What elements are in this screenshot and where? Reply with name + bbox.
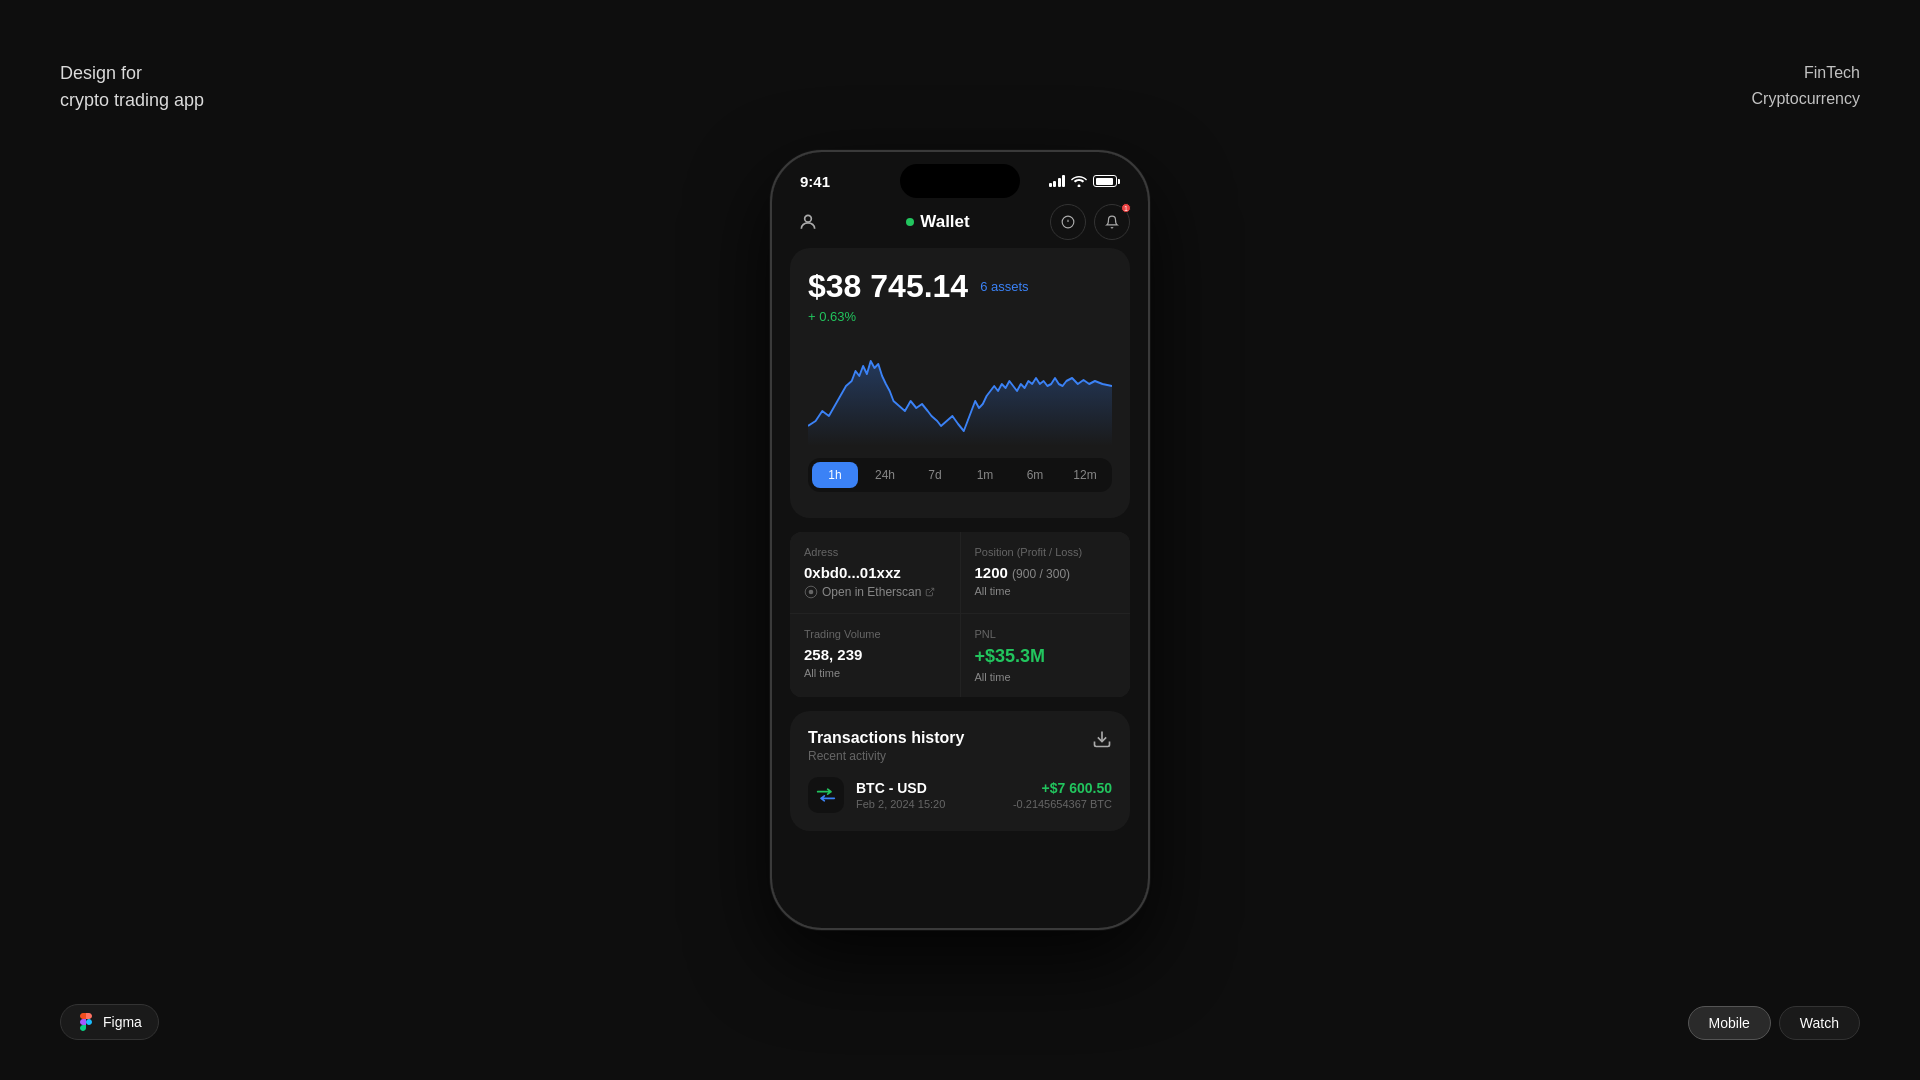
position-cell: Position (Profit / Loss) 1200 (900 / 300… bbox=[961, 532, 1131, 613]
watch-view-button[interactable]: Watch bbox=[1779, 1006, 1860, 1040]
transactions-section: Transactions history Recent activity bbox=[790, 711, 1130, 831]
figma-label: Figma bbox=[103, 1014, 142, 1030]
header-title: Wallet bbox=[906, 212, 969, 232]
time-filter-24h[interactable]: 24h bbox=[862, 462, 908, 488]
time-filter-6m[interactable]: 6m bbox=[1012, 462, 1058, 488]
external-link-icon bbox=[925, 587, 935, 597]
address-value: 0xbd0...01xxz bbox=[804, 564, 946, 581]
svg-line-6 bbox=[930, 588, 935, 593]
svg-point-5 bbox=[809, 590, 814, 595]
etherscan-icon bbox=[804, 585, 818, 599]
signal-bar-2 bbox=[1053, 181, 1056, 187]
price-chart bbox=[808, 336, 1112, 446]
chart-svg bbox=[808, 336, 1112, 446]
figma-button[interactable]: Figma bbox=[60, 1004, 159, 1040]
trading-volume-time: All time bbox=[804, 667, 946, 679]
transactions-header: Transactions history Recent activity bbox=[808, 729, 1112, 763]
app-header: Wallet 1 bbox=[772, 196, 1148, 248]
swap-icon bbox=[816, 788, 836, 802]
transactions-subtitle: Recent activity bbox=[808, 749, 965, 763]
svg-point-0 bbox=[805, 215, 812, 222]
transaction-item[interactable]: BTC - USD Feb 2, 2024 15:20 +$7 600.50 -… bbox=[808, 777, 1112, 813]
phone-body: 9:41 bbox=[770, 150, 1150, 930]
transaction-icon bbox=[808, 777, 844, 813]
etherscan-link[interactable]: Open in Etherscan bbox=[804, 585, 946, 599]
wifi-icon bbox=[1071, 175, 1087, 187]
top-left-label: Design for crypto trading app bbox=[60, 60, 204, 114]
battery-icon bbox=[1093, 175, 1120, 187]
tx-usd-amount: +$7 600.50 bbox=[1013, 780, 1112, 796]
signal-bars-icon bbox=[1049, 175, 1066, 187]
position-value: 1200 (900 / 300) bbox=[975, 564, 1117, 581]
signal-bar-4 bbox=[1062, 175, 1065, 187]
time-filter-1m[interactable]: 1m bbox=[962, 462, 1008, 488]
transactions-title: Transactions history bbox=[808, 729, 965, 747]
trading-volume-cell: Trading Volume 258, 239 All time bbox=[790, 614, 960, 697]
balance-amount: $38 745.14 6 assets bbox=[808, 268, 1112, 305]
info-button[interactable] bbox=[1050, 204, 1086, 240]
pnl-value: +$35.3M bbox=[975, 646, 1117, 667]
mobile-view-button[interactable]: Mobile bbox=[1688, 1006, 1771, 1040]
time-filter-12m[interactable]: 12m bbox=[1062, 462, 1108, 488]
pnl-label: PNL bbox=[975, 628, 1117, 640]
status-dot bbox=[906, 218, 914, 226]
transactions-title-group: Transactions history Recent activity bbox=[808, 729, 965, 763]
profile-icon[interactable] bbox=[790, 204, 826, 240]
address-label: Adress bbox=[804, 546, 946, 558]
status-icons bbox=[1049, 175, 1121, 187]
position-time: All time bbox=[975, 585, 1117, 597]
signal-bar-1 bbox=[1049, 183, 1052, 187]
tx-pair: BTC - USD bbox=[856, 780, 1001, 796]
status-time: 9:41 bbox=[800, 173, 830, 190]
tx-crypto-amount: -0.2145654367 BTC bbox=[1013, 798, 1112, 810]
time-filters: 1h 24h 7d 1m 6m 12m bbox=[808, 458, 1112, 492]
main-content: $38 745.14 6 assets + 0.63% bbox=[772, 248, 1148, 928]
phone-screen: 9:41 bbox=[772, 152, 1148, 928]
signal-bar-3 bbox=[1058, 178, 1061, 187]
top-right-label: FinTech Cryptocurrency bbox=[1752, 60, 1860, 111]
address-cell: Adress 0xbd0...01xxz Open in Etherscan bbox=[790, 532, 960, 613]
download-button[interactable] bbox=[1092, 729, 1112, 754]
header-actions: 1 bbox=[1050, 204, 1130, 240]
notification-badge: 1 bbox=[1121, 203, 1131, 213]
trading-volume-label: Trading Volume bbox=[804, 628, 946, 640]
info-grid: Adress 0xbd0...01xxz Open in Etherscan bbox=[790, 532, 1130, 697]
notifications-button[interactable]: 1 bbox=[1094, 204, 1130, 240]
position-label: Position (Profit / Loss) bbox=[975, 546, 1117, 558]
view-buttons: Mobile Watch bbox=[1688, 1006, 1860, 1040]
dynamic-island bbox=[900, 164, 1020, 198]
pnl-time: All time bbox=[975, 671, 1117, 683]
balance-card: $38 745.14 6 assets + 0.63% bbox=[790, 248, 1130, 518]
time-filter-7d[interactable]: 7d bbox=[912, 462, 958, 488]
status-bar: 9:41 bbox=[772, 152, 1148, 196]
transaction-amounts: +$7 600.50 -0.2145654367 BTC bbox=[1013, 780, 1112, 810]
assets-badge[interactable]: 6 assets bbox=[980, 279, 1028, 294]
phone-mockup: 9:41 bbox=[770, 150, 1150, 930]
balance-change: + 0.63% bbox=[808, 309, 1112, 324]
trading-volume-value: 258, 239 bbox=[804, 646, 946, 663]
transaction-info: BTC - USD Feb 2, 2024 15:20 bbox=[856, 780, 1001, 810]
pnl-cell: PNL +$35.3M All time bbox=[961, 614, 1131, 697]
time-filter-1h[interactable]: 1h bbox=[812, 462, 858, 488]
tx-date: Feb 2, 2024 15:20 bbox=[856, 798, 1001, 810]
